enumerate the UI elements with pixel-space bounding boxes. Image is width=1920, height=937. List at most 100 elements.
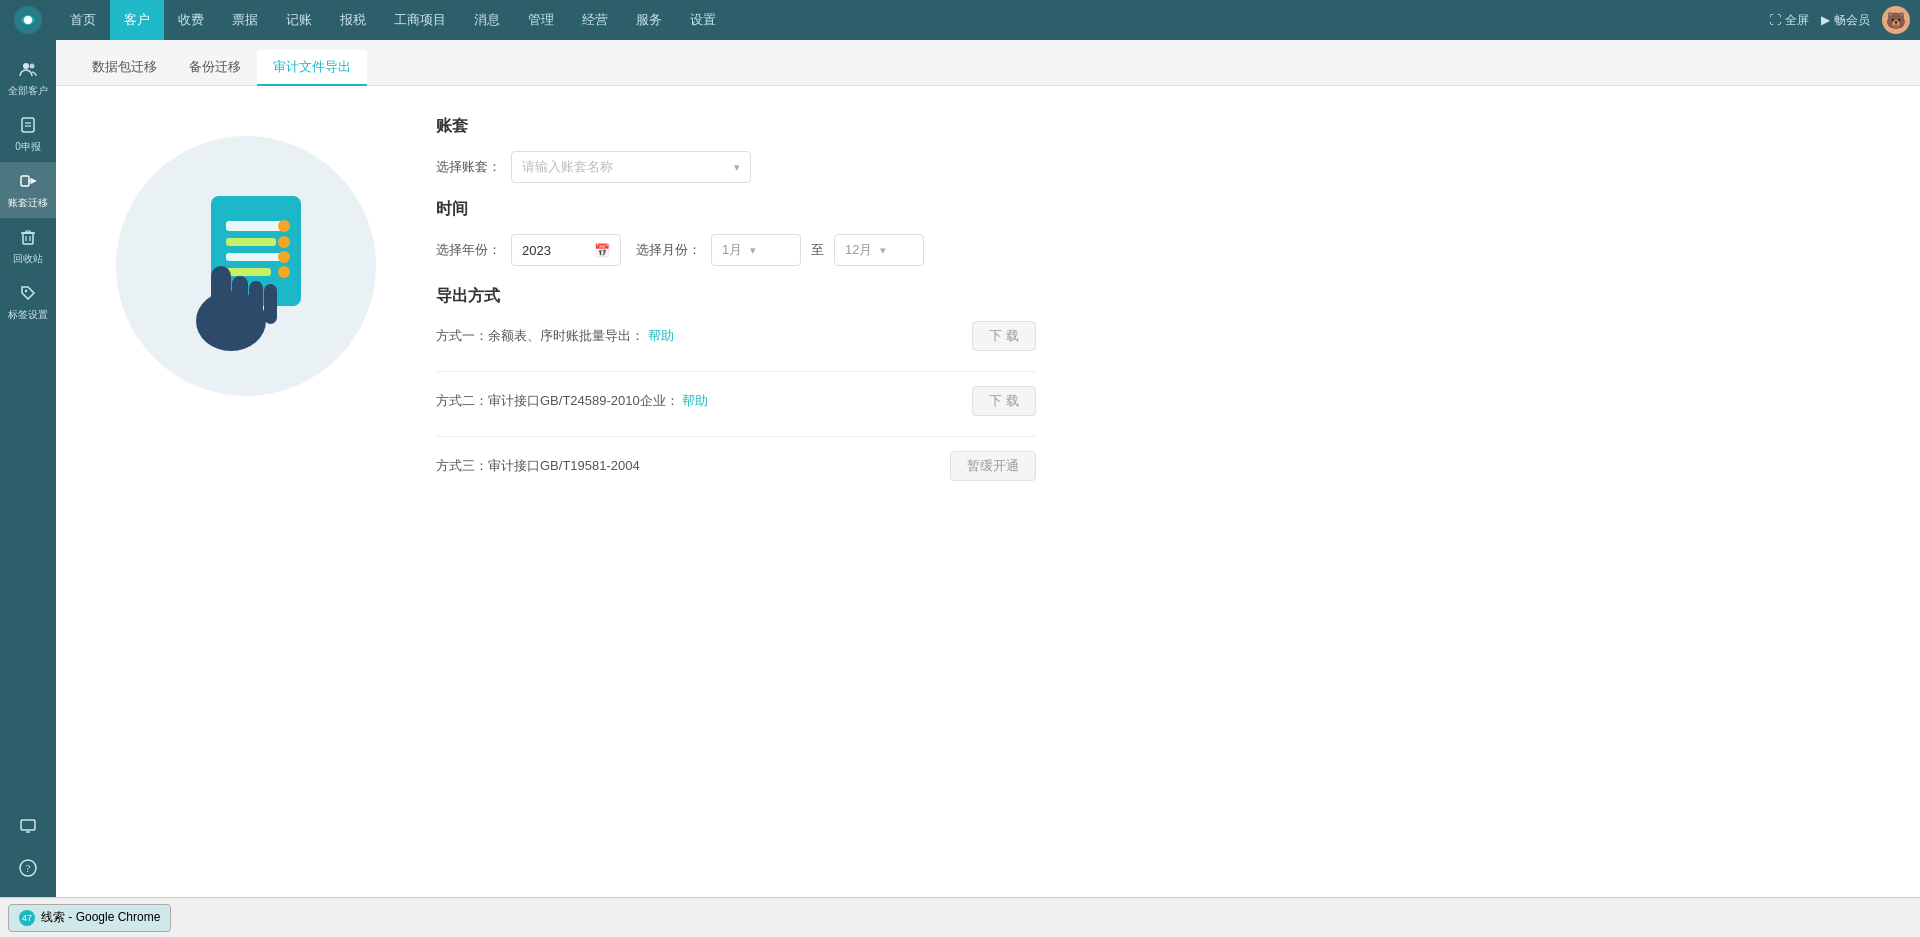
nav-items: 首页 客户 收费 票据 记账 报税 工商项目 消息 管理 经营 服务 设置 — [56, 0, 1769, 40]
month-start-value: 1月 — [722, 241, 742, 259]
nav-manage[interactable]: 管理 — [514, 0, 568, 40]
divider1 — [436, 371, 1036, 372]
users-icon — [17, 58, 39, 80]
svg-rect-19 — [226, 221, 286, 231]
sidebar: 全部客户 0申报 账套迁移 — [0, 40, 56, 897]
account-section-title: 账套 — [436, 116, 1036, 137]
taskbar-chrome-button[interactable]: 47 线索 - Google Chrome — [8, 904, 171, 932]
sidebar-item-help[interactable]: ? — [0, 849, 56, 887]
svg-point-26 — [278, 266, 290, 278]
method2-download-button[interactable]: 下 载 — [972, 386, 1036, 416]
svg-point-23 — [278, 220, 290, 232]
year-value: 2023 — [522, 243, 551, 258]
svg-rect-29 — [232, 276, 248, 324]
fullscreen-icon: ⛶ — [1769, 13, 1781, 27]
svg-rect-31 — [264, 284, 277, 324]
taskbar-chrome-label: 线索 - Google Chrome — [41, 909, 160, 926]
chevron-down-icon3: ▾ — [880, 244, 886, 257]
method3-label: 方式三：审计接口GB/T19581-2004 — [436, 457, 940, 475]
svg-rect-7 — [21, 176, 29, 186]
svg-point-1 — [24, 16, 32, 24]
month-end-value: 12月 — [845, 241, 872, 259]
method3-unlock-button[interactable]: 暂缓开通 — [950, 451, 1036, 481]
chrome-badge: 47 — [19, 910, 35, 926]
tab-backup-migration[interactable]: 备份迁移 — [173, 50, 257, 86]
avatar[interactable]: 🐻 — [1882, 6, 1910, 34]
nav-home[interactable]: 首页 — [56, 0, 110, 40]
svg-rect-9 — [23, 233, 33, 244]
help-icon: ? — [17, 857, 39, 879]
calendar-icon: 📅 — [594, 243, 610, 258]
tag-icon — [17, 282, 39, 304]
time-section-title: 时间 — [436, 199, 1036, 220]
svg-point-24 — [278, 236, 290, 248]
trash-icon — [17, 226, 39, 248]
account-placeholder: 请输入账套名称 — [522, 158, 613, 176]
nav-customer[interactable]: 客户 — [110, 0, 164, 40]
tab-audit-export[interactable]: 审计文件导出 — [257, 50, 367, 86]
svg-rect-28 — [211, 266, 231, 326]
top-nav: 首页 客户 收费 票据 记账 报税 工商项目 消息 管理 经营 服务 设置 ⛶ … — [0, 0, 1920, 40]
app-logo — [10, 2, 46, 38]
sidebar-bottom: ? — [0, 807, 56, 897]
fullscreen-label: 全屏 — [1785, 12, 1809, 29]
nav-business[interactable]: 工商项目 — [380, 0, 460, 40]
month-end-select[interactable]: 12月 ▾ — [834, 234, 924, 266]
nav-operations[interactable]: 经营 — [568, 0, 622, 40]
svg-rect-30 — [249, 281, 263, 325]
illustration-circle — [116, 136, 376, 396]
migrate-icon — [17, 170, 39, 192]
fullscreen-button[interactable]: ⛶ 全屏 — [1769, 12, 1809, 29]
svg-point-3 — [30, 64, 35, 69]
sidebar-item-all-customers[interactable]: 全部客户 — [0, 50, 56, 106]
member-label: 畅会员 — [1834, 12, 1870, 29]
divider2 — [436, 436, 1036, 437]
method1-help-link[interactable]: 帮助 — [648, 328, 674, 343]
monitor-icon — [17, 815, 39, 837]
time-row: 选择年份： 2023 📅 选择月份： 1月 ▾ 至 12月 ▾ — [436, 234, 1036, 266]
sidebar-label-migrate: 账套迁移 — [8, 196, 48, 210]
nav-tax[interactable]: 报税 — [326, 0, 380, 40]
sidebar-label-recycle: 回收站 — [13, 252, 43, 266]
method2-help-link[interactable]: 帮助 — [682, 393, 708, 408]
nav-invoices[interactable]: 票据 — [218, 0, 272, 40]
nav-bookkeeping[interactable]: 记账 — [272, 0, 326, 40]
tabs-bar: 数据包迁移 备份迁移 审计文件导出 — [56, 40, 1920, 86]
svg-point-2 — [23, 63, 29, 69]
sidebar-label-all-customers: 全部客户 — [8, 84, 48, 98]
method1-download-button[interactable]: 下 载 — [972, 321, 1036, 351]
svg-rect-22 — [226, 268, 271, 276]
member-icon: ▶ — [1821, 13, 1830, 27]
taskbar: 47 线索 - Google Chrome — [0, 897, 1920, 937]
report-icon — [17, 114, 39, 136]
content-area: 数据包迁移 备份迁移 审计文件导出 — [56, 40, 1920, 897]
month-label: 选择月份： — [631, 241, 701, 259]
svg-rect-4 — [22, 118, 34, 132]
nav-fees[interactable]: 收费 — [164, 0, 218, 40]
form-section: 账套 选择账套： 请输入账套名称 ▾ 时间 选择年份： 2023 📅 — [436, 116, 1036, 501]
export-section: 导出方式 方式一：余额表、序时账批量导出： 帮助 下 载 方式二：审计接口GB/… — [436, 286, 1036, 481]
sidebar-item-migrate[interactable]: 账套迁移 — [0, 162, 56, 218]
sidebar-item-tag-settings[interactable]: 标签设置 — [0, 274, 56, 330]
sidebar-item-recycle[interactable]: 回收站 — [0, 218, 56, 274]
nav-settings[interactable]: 设置 — [676, 0, 730, 40]
member-button[interactable]: ▶ 畅会员 — [1821, 12, 1870, 29]
svg-point-25 — [278, 251, 290, 263]
chevron-down-icon2: ▾ — [750, 244, 756, 257]
sidebar-item-zero-report[interactable]: 0申报 — [0, 106, 56, 162]
month-start-select[interactable]: 1月 ▾ — [711, 234, 801, 266]
nav-messages[interactable]: 消息 — [460, 0, 514, 40]
tab-data-migration[interactable]: 数据包迁移 — [76, 50, 173, 86]
method2-label: 方式二：审计接口GB/T24589-2010企业： 帮助 — [436, 392, 962, 410]
svg-rect-14 — [21, 820, 35, 830]
nav-service[interactable]: 服务 — [622, 0, 676, 40]
sidebar-item-monitor[interactable] — [0, 807, 56, 845]
illustration-wrap — [96, 116, 396, 416]
svg-rect-21 — [226, 253, 281, 261]
year-input[interactable]: 2023 📅 — [511, 234, 621, 266]
svg-text:?: ? — [26, 862, 31, 874]
account-select[interactable]: 请输入账套名称 ▾ — [511, 151, 751, 183]
method1-label: 方式一：余额表、序时账批量导出： 帮助 — [436, 327, 962, 345]
illustration-svg — [156, 166, 336, 366]
sidebar-label-zero-report: 0申报 — [15, 140, 41, 154]
